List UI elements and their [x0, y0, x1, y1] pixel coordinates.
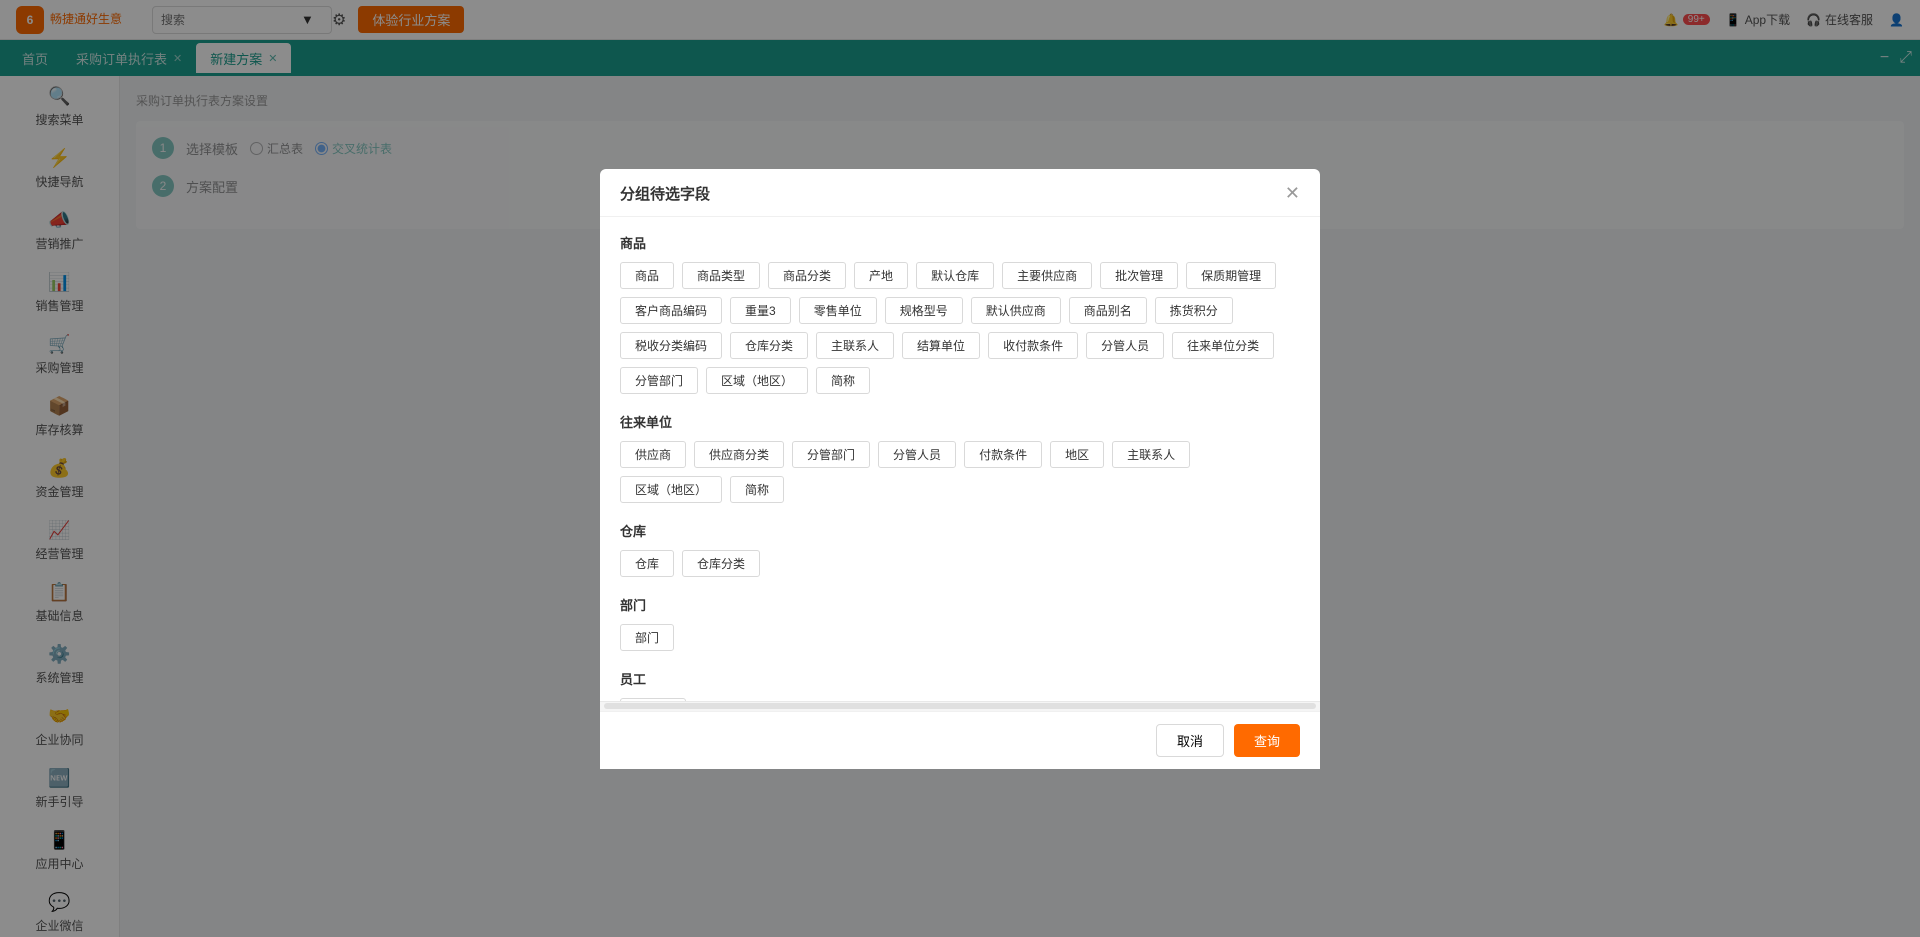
field-section-3: 部门部门 [620, 595, 1300, 651]
field-tag-0-2[interactable]: 商品分类 [768, 262, 846, 289]
field-tag-0-22[interactable]: 分管部门 [620, 367, 698, 394]
modal-hscroll [600, 701, 1320, 710]
field-tag-0-16[interactable]: 仓库分类 [730, 332, 808, 359]
field-section-1: 往来单位供应商供应商分类分管部门分管人员付款条件地区主联系人区域（地区） 简称 [620, 412, 1300, 503]
field-tag-0-15[interactable]: 税收分类编码 [620, 332, 722, 359]
section-title-3: 部门 [620, 595, 1300, 614]
field-tag-0-9[interactable]: 重量3 [730, 297, 791, 324]
field-tag-1-2[interactable]: 分管部门 [792, 441, 870, 468]
field-tag-0-8[interactable]: 客户商品编码 [620, 297, 722, 324]
field-tag-0-1[interactable]: 商品类型 [682, 262, 760, 289]
field-tag-0-14[interactable]: 拣货积分 [1155, 297, 1233, 324]
field-tag-1-4[interactable]: 付款条件 [964, 441, 1042, 468]
hscroll-track [604, 703, 1316, 709]
field-tag-0-11[interactable]: 规格型号 [885, 297, 963, 324]
confirm-button[interactable]: 查询 [1234, 724, 1300, 757]
field-tag-1-3[interactable]: 分管人员 [878, 441, 956, 468]
field-tag-0-10[interactable]: 零售单位 [799, 297, 877, 324]
field-tag-0-0[interactable]: 商品 [620, 262, 674, 289]
field-tag-0-18[interactable]: 结算单位 [902, 332, 980, 359]
section-title-2: 仓库 [620, 521, 1300, 540]
field-tag-0-23[interactable]: 区域（地区） [706, 367, 808, 394]
field-tag-0-17[interactable]: 主联系人 [816, 332, 894, 359]
modal-overlay: 分组待选字段 ✕ 商品商品商品类型商品分类产地默认仓库主要供应商批次管理保质期管… [0, 0, 1920, 937]
field-section-2: 仓库仓库仓库分类 [620, 521, 1300, 577]
field-tag-0-5[interactable]: 主要供应商 [1002, 262, 1092, 289]
modal-header: 分组待选字段 ✕ [600, 169, 1320, 217]
field-tag-1-5[interactable]: 地区 [1050, 441, 1104, 468]
field-section-0: 商品商品商品类型商品分类产地默认仓库主要供应商批次管理保质期管理客户商品编码重量… [620, 233, 1300, 394]
cancel-button[interactable]: 取消 [1156, 724, 1224, 757]
field-tag-0-4[interactable]: 默认仓库 [916, 262, 994, 289]
field-tag-1-8[interactable]: 简称 [730, 476, 784, 503]
section-title-0: 商品 [620, 233, 1300, 252]
field-tag-0-19[interactable]: 收付款条件 [988, 332, 1078, 359]
field-tag-1-7[interactable]: 区域（地区） [620, 476, 722, 503]
field-tag-0-24[interactable]: 简称 [816, 367, 870, 394]
field-tag-1-0[interactable]: 供应商 [620, 441, 686, 468]
section-title-4: 员工 [620, 669, 1300, 688]
section-title-1: 往来单位 [620, 412, 1300, 431]
modal-footer: 取消 查询 [600, 711, 1320, 769]
field-tags-0: 商品商品类型商品分类产地默认仓库主要供应商批次管理保质期管理客户商品编码重量3 零… [620, 262, 1300, 394]
field-tag-1-6[interactable]: 主联系人 [1112, 441, 1190, 468]
field-tag-0-12[interactable]: 默认供应商 [971, 297, 1061, 324]
field-tag-3-0[interactable]: 部门 [620, 624, 674, 651]
field-section-4: 员工业务员 [620, 669, 1300, 702]
modal-body[interactable]: 商品商品商品类型商品分类产地默认仓库主要供应商批次管理保质期管理客户商品编码重量… [600, 217, 1320, 702]
field-tag-2-1[interactable]: 仓库分类 [682, 550, 760, 577]
field-tag-1-1[interactable]: 供应商分类 [694, 441, 784, 468]
field-tag-0-3[interactable]: 产地 [854, 262, 908, 289]
field-tag-2-0[interactable]: 仓库 [620, 550, 674, 577]
field-tags-3: 部门 [620, 624, 1300, 651]
field-tags-2: 仓库仓库分类 [620, 550, 1300, 577]
field-tags-1: 供应商供应商分类分管部门分管人员付款条件地区主联系人区域（地区） 简称 [620, 441, 1300, 503]
modal-close-button[interactable]: ✕ [1285, 183, 1300, 204]
field-tag-0-7[interactable]: 保质期管理 [1186, 262, 1276, 289]
field-tag-0-20[interactable]: 分管人员 [1086, 332, 1164, 359]
field-tag-0-13[interactable]: 商品别名 [1069, 297, 1147, 324]
modal-title: 分组待选字段 [620, 183, 710, 204]
field-tag-0-21[interactable]: 往来单位分类 [1172, 332, 1274, 359]
field-tag-0-6[interactable]: 批次管理 [1100, 262, 1178, 289]
field-select-modal: 分组待选字段 ✕ 商品商品商品类型商品分类产地默认仓库主要供应商批次管理保质期管… [600, 169, 1320, 769]
